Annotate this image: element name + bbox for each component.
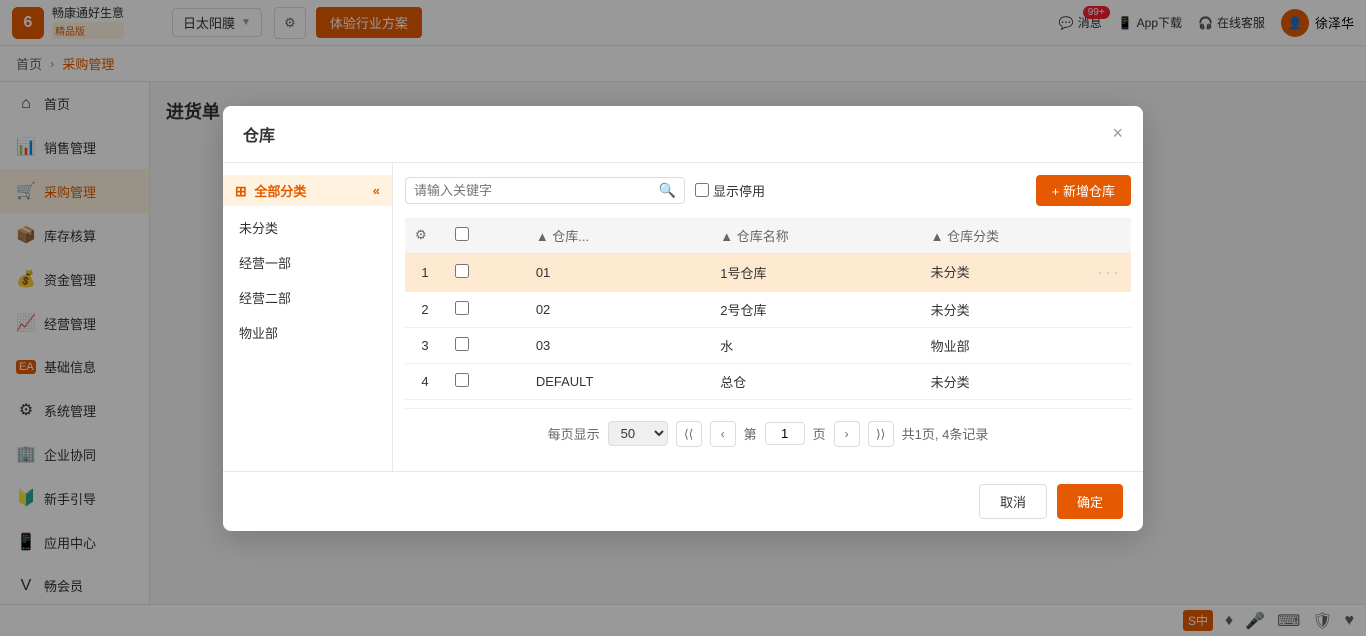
category-item-unclassified[interactable]: 未分类 xyxy=(223,210,392,245)
table-row[interactable]: 4 DEFAULT 总仓 未分类 xyxy=(405,363,1131,399)
row-name: 1号仓库 xyxy=(710,253,920,291)
cancel-button[interactable]: 取消 xyxy=(979,484,1047,519)
row-checkbox[interactable] xyxy=(455,337,469,351)
col-name[interactable]: ▲ 仓库名称 xyxy=(710,218,920,254)
category-item-property[interactable]: 物业部 xyxy=(223,315,392,350)
row-code: 02 xyxy=(526,291,710,327)
last-page-button[interactable]: ⟩⟩ xyxy=(868,421,894,447)
row-checkbox-cell xyxy=(445,363,526,399)
total-info: 共1页, 4条记录 xyxy=(902,424,989,443)
per-page-label: 每页显示 xyxy=(548,424,600,443)
collapse-icon: « xyxy=(373,183,380,198)
col-category[interactable]: ▲ 仓库分类 xyxy=(921,218,1131,254)
table-row[interactable]: 2 02 2号仓库 未分类 xyxy=(405,291,1131,327)
table-panel: 🔍 显示停用 + 新增仓库 ⚙ ▲ 仓 xyxy=(393,163,1143,471)
table-toolbar: 🔍 显示停用 + 新增仓库 xyxy=(405,175,1131,206)
row-num: 3 xyxy=(405,327,445,363)
row-num: 4 xyxy=(405,363,445,399)
row-category: 未分类 xyxy=(921,363,1131,399)
col-settings: ⚙ xyxy=(405,218,445,254)
row-checkbox-cell xyxy=(445,327,526,363)
show-disabled-checkbox-area[interactable]: 显示停用 xyxy=(695,181,765,200)
col-code[interactable]: ▲ 仓库... xyxy=(526,218,710,254)
row-category: 未分类 xyxy=(921,291,1131,327)
modal-title: 仓库 xyxy=(243,122,275,146)
page-unit: 页 xyxy=(813,424,826,443)
modal-close-button[interactable]: × xyxy=(1112,123,1123,144)
category-panel: ⊞ 全部分类 « 未分类 经营一部 经营二部 物业部 xyxy=(223,163,393,471)
row-code: 03 xyxy=(526,327,710,363)
warehouse-modal: 仓库 × ⊞ 全部分类 « 未分类 经营一部 经营二部 物业部 xyxy=(223,106,1143,531)
show-disabled-checkbox[interactable] xyxy=(695,183,709,197)
row-code: DEFAULT xyxy=(526,363,710,399)
table-row[interactable]: 3 03 水 物业部 xyxy=(405,327,1131,363)
next-page-button[interactable]: › xyxy=(834,421,860,447)
row-category: 物业部 xyxy=(921,327,1131,363)
row-code: 01 xyxy=(526,253,710,291)
per-page-select[interactable]: 50 10 20 100 xyxy=(608,421,668,446)
category-item-ops1[interactable]: 经营一部 xyxy=(223,245,392,280)
modal-overlay: 仓库 × ⊞ 全部分类 « 未分类 经营一部 经营二部 物业部 xyxy=(0,0,1366,636)
row-num: 2 xyxy=(405,291,445,327)
row-name: 2号仓库 xyxy=(710,291,920,327)
page-word: 第 xyxy=(744,424,757,443)
pagination: 每页显示 50 10 20 100 ⟨⟨ ‹ 第 页 › ⟩⟩ 共1页, 4条记… xyxy=(405,408,1131,459)
all-categories-label: 全部分类 xyxy=(254,184,306,199)
modal-footer: 取消 确定 xyxy=(223,471,1143,531)
confirm-button[interactable]: 确定 xyxy=(1057,484,1123,519)
row-checkbox-cell xyxy=(445,291,526,327)
search-input[interactable] xyxy=(414,183,659,198)
select-all-checkbox[interactable] xyxy=(455,227,469,241)
row-checkbox[interactable] xyxy=(455,373,469,387)
warehouse-table: ⚙ ▲ 仓库... ▲ 仓库名称 ▲ 仓库分类 xyxy=(405,218,1131,400)
row-name: 总仓 xyxy=(710,363,920,399)
add-warehouse-button[interactable]: + 新增仓库 xyxy=(1036,175,1131,206)
first-page-button[interactable]: ⟨⟨ xyxy=(676,421,702,447)
grid-icon: ⊞ xyxy=(235,183,247,199)
table-row[interactable]: 1 01 1号仓库 未分类 ··· xyxy=(405,253,1131,291)
row-checkbox[interactable] xyxy=(455,301,469,315)
prev-page-button[interactable]: ‹ xyxy=(710,421,736,447)
category-item-ops2[interactable]: 经营二部 xyxy=(223,280,392,315)
show-disabled-label: 显示停用 xyxy=(713,181,765,200)
search-box: 🔍 xyxy=(405,177,685,204)
all-categories-button[interactable]: ⊞ 全部分类 « xyxy=(223,175,392,206)
row-checkbox[interactable] xyxy=(455,264,469,278)
page-number-input[interactable] xyxy=(765,422,805,445)
col-checkbox xyxy=(445,218,526,254)
row-checkbox-cell xyxy=(445,253,526,291)
row-name: 水 xyxy=(710,327,920,363)
modal-body: ⊞ 全部分类 « 未分类 经营一部 经营二部 物业部 🔍 xyxy=(223,163,1143,471)
row-category: 未分类 ··· xyxy=(921,253,1131,291)
row-num: 1 xyxy=(405,253,445,291)
search-icon[interactable]: 🔍 xyxy=(659,182,676,199)
modal-header: 仓库 × xyxy=(223,106,1143,163)
